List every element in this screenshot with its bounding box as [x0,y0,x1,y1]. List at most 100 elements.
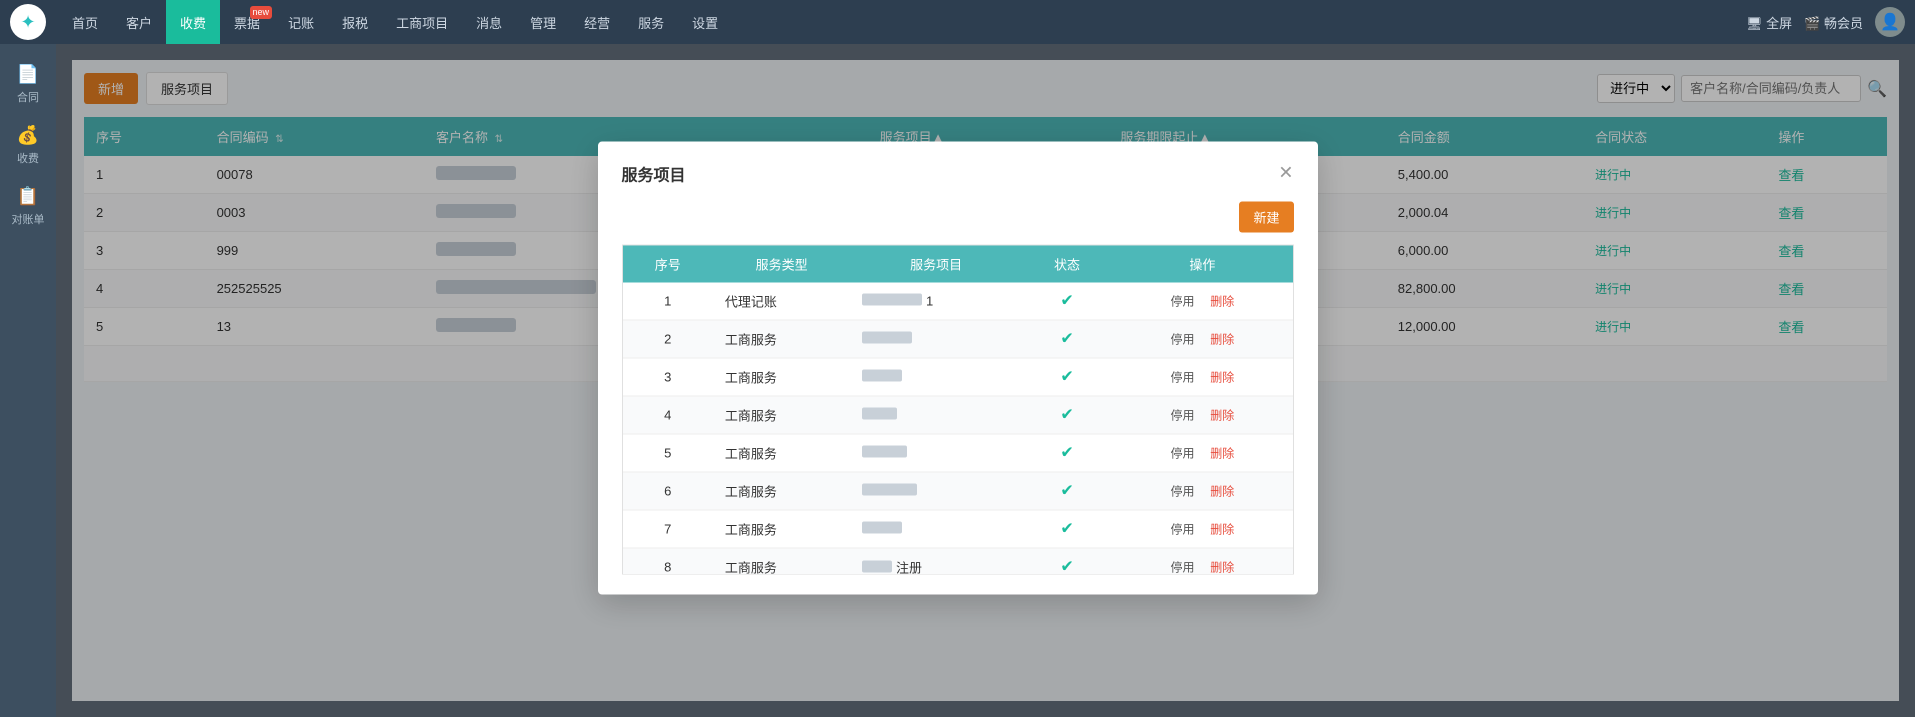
stop-button[interactable]: 停用 [1165,556,1201,574]
new-badge: new [250,6,273,19]
stop-button[interactable]: 停用 [1165,480,1201,501]
modal-row-ops: 停用 删除 [1112,548,1292,575]
modal-table-row: 4 工商服务 ✔ 停用 删除 [623,396,1293,434]
modal-row-status: ✔ [1022,548,1112,575]
nav-operation[interactable]: 经营 [570,0,624,44]
nav-right: 🖥 全屏 🎬 畅会员 👤 [1746,7,1905,37]
fullscreen-btn[interactable]: 🖥 全屏 [1746,13,1792,32]
member-btn[interactable]: 🎬 畅会员 [1804,13,1863,32]
modal-header: 服务项目 ✕ [622,161,1294,185]
nav-fee[interactable]: 收费 [166,0,220,44]
stop-button[interactable]: 停用 [1165,518,1201,539]
modal-table-row: 3 工商服务 ✔ 停用 删除 [623,358,1293,396]
sidebar-label-fee: 收费 [17,150,39,166]
nav-settings[interactable]: 设置 [678,0,732,44]
modal-row-item [850,472,1021,510]
stop-button[interactable]: 停用 [1165,290,1201,311]
user-avatar[interactable]: 👤 [1875,7,1905,37]
stop-button[interactable]: 停用 [1165,404,1201,425]
modal-row-index: 7 [623,510,713,548]
modal-row-type: 工商服务 [713,472,850,510]
modal-row-index: 2 [623,320,713,358]
modal-row-index: 1 [623,282,713,320]
modal-row-ops: 停用 删除 [1112,510,1292,548]
modal-row-index: 4 [623,396,713,434]
modal-row-type: 工商服务 [713,358,850,396]
delete-button[interactable]: 删除 [1204,290,1240,311]
modal-table-row: 8 工商服务 注册 ✔ 停用 删除 [623,548,1293,575]
modal-row-item [850,320,1021,358]
fee-icon: 💰 [17,125,39,146]
modal-table-row: 6 工商服务 ✔ 停用 删除 [623,472,1293,510]
delete-button[interactable]: 删除 [1204,366,1240,387]
delete-button[interactable]: 删除 [1204,404,1240,425]
nav-bill[interactable]: 票据 new [220,0,274,44]
modal-th-type: 服务类型 [713,245,850,282]
sidebar-item-contract[interactable]: 📄 合同 [0,54,56,115]
sidebar: 📄 合同 💰 收费 📋 对账单 [0,44,56,717]
sidebar-label-reconciliation: 对账单 [12,211,45,227]
modal-row-status: ✔ [1022,396,1112,434]
sidebar-item-fee[interactable]: 💰 收费 [0,115,56,176]
sidebar-label-contract: 合同 [17,89,39,105]
modal-table-row: 7 工商服务 ✔ 停用 删除 [623,510,1293,548]
service-items-modal: 服务项目 ✕ 新建 序号 服务类型 服务项目 状态 操作 1 代理记账 1 [598,141,1318,594]
modal-row-index: 3 [623,358,713,396]
modal-th-index: 序号 [623,245,713,282]
modal-row-item [850,510,1021,548]
stop-button[interactable]: 停用 [1165,366,1201,387]
nav-customer[interactable]: 客户 [112,0,166,44]
modal-table-row: 5 工商服务 ✔ 停用 删除 [623,434,1293,472]
sidebar-item-reconciliation[interactable]: 📋 对账单 [0,176,56,237]
modal-row-ops: 停用 删除 [1112,434,1292,472]
modal-table-row: 2 工商服务 ✔ 停用 删除 [623,320,1293,358]
modal-row-ops: 停用 删除 [1112,320,1292,358]
modal-row-type: 工商服务 [713,320,850,358]
modal-row-item: 1 [850,282,1021,320]
modal-row-index: 8 [623,548,713,575]
modal-row-item [850,396,1021,434]
modal-close-button[interactable]: ✕ [1278,163,1293,184]
nav-bookkeeping[interactable]: 记账 [274,0,328,44]
modal-row-ops: 停用 删除 [1112,396,1292,434]
modal-row-item [850,434,1021,472]
modal-row-status: ✔ [1022,358,1112,396]
modal-row-type: 工商服务 [713,396,850,434]
modal-new-button[interactable]: 新建 [1239,201,1293,232]
modal-toolbar: 新建 [622,201,1294,232]
delete-button[interactable]: 删除 [1204,480,1240,501]
nav-management[interactable]: 管理 [516,0,570,44]
stop-button[interactable]: 停用 [1165,442,1201,463]
modal-row-item: 注册 [850,548,1021,575]
modal-th-action: 操作 [1112,245,1292,282]
delete-button[interactable]: 删除 [1204,518,1240,539]
nav-service[interactable]: 服务 [624,0,678,44]
modal-row-status: ✔ [1022,434,1112,472]
modal-table-row: 1 代理记账 1 ✔ 停用 删除 [623,282,1293,320]
modal-row-type: 工商服务 [713,510,850,548]
modal-service-table: 序号 服务类型 服务项目 状态 操作 1 代理记账 1 ✔ 停用 删除 [623,245,1293,574]
modal-table-wrap[interactable]: 序号 服务类型 服务项目 状态 操作 1 代理记账 1 ✔ 停用 删除 [622,244,1294,574]
modal-th-status: 状态 [1022,245,1112,282]
nav-message[interactable]: 消息 [462,0,516,44]
delete-button[interactable]: 删除 [1204,556,1240,574]
reconciliation-icon: 📋 [17,186,39,207]
modal-row-status: ✔ [1022,472,1112,510]
nav-commerce[interactable]: 工商项目 [382,0,462,44]
modal-row-ops: 停用 删除 [1112,282,1292,320]
nav-tax[interactable]: 报税 [328,0,382,44]
stop-button[interactable]: 停用 [1165,328,1201,349]
modal-row-index: 5 [623,434,713,472]
delete-button[interactable]: 删除 [1204,442,1240,463]
nav-home[interactable]: 首页 [58,0,112,44]
contract-icon: 📄 [17,64,39,85]
modal-row-index: 6 [623,472,713,510]
app-logo: ✦ [10,4,46,40]
modal-row-type: 代理记账 [713,282,850,320]
modal-th-item: 服务项目 [850,245,1021,282]
delete-button[interactable]: 删除 [1204,328,1240,349]
modal-title: 服务项目 [622,161,686,185]
modal-row-type: 工商服务 [713,434,850,472]
modal-row-status: ✔ [1022,282,1112,320]
modal-row-type: 工商服务 [713,548,850,575]
